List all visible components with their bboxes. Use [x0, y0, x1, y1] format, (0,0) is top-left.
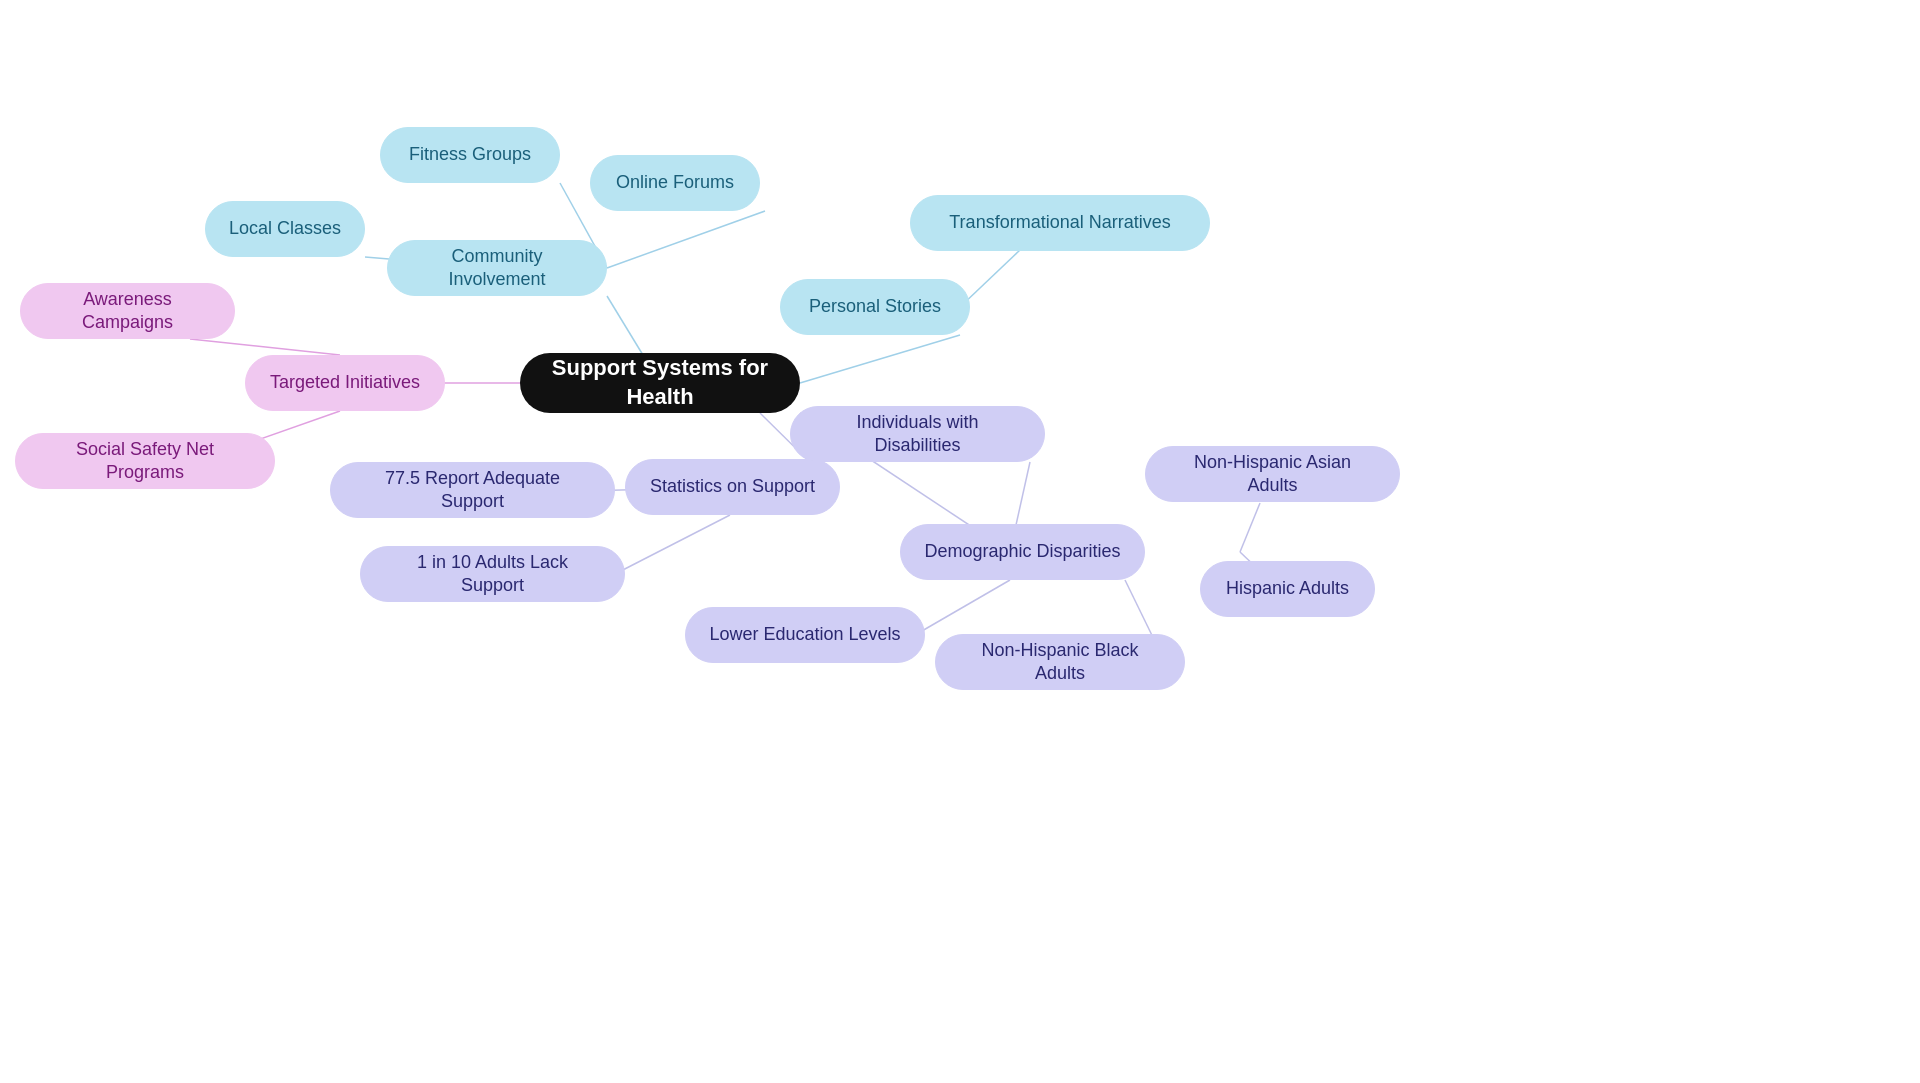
- fitness-groups-node: Fitness Groups: [380, 127, 560, 183]
- local-classes-node: Local Classes: [205, 201, 365, 257]
- svg-line-11: [615, 515, 730, 574]
- online-forums-node: Online Forums: [590, 155, 760, 211]
- non-hispanic-asian-node: Non-Hispanic Asian Adults: [1145, 446, 1400, 502]
- awareness-campaigns-node: Awareness Campaigns: [20, 283, 235, 339]
- community-involvement-node: Community Involvement: [387, 240, 607, 296]
- demographic-disparities-node: Demographic Disparities: [900, 524, 1145, 580]
- non-hispanic-black-node: Non-Hispanic Black Adults: [935, 634, 1185, 690]
- svg-line-17: [1240, 503, 1260, 552]
- personal-stories-node: Personal Stories: [780, 279, 970, 335]
- svg-line-5: [960, 250, 1020, 307]
- svg-line-7: [190, 339, 340, 355]
- social-safety-net-node: Social Safety Net Programs: [15, 433, 275, 489]
- individuals-disabilities-node: Individuals with Disabilities: [790, 406, 1045, 462]
- adequate-support-node: 77.5 Report Adequate Support: [330, 462, 615, 518]
- svg-line-14: [915, 580, 1010, 635]
- svg-line-4: [800, 335, 960, 383]
- transformational-narratives-node: Transformational Narratives: [910, 195, 1210, 251]
- hispanic-adults-node: Hispanic Adults: [1200, 561, 1375, 617]
- svg-line-2: [607, 211, 765, 268]
- lack-support-node: 1 in 10 Adults Lack Support: [360, 546, 625, 602]
- center-node: Support Systems for Health: [520, 353, 800, 413]
- statistics-on-support-node: Statistics on Support: [625, 459, 840, 515]
- lower-education-node: Lower Education Levels: [685, 607, 925, 663]
- targeted-initiatives-node: Targeted Initiatives: [245, 355, 445, 411]
